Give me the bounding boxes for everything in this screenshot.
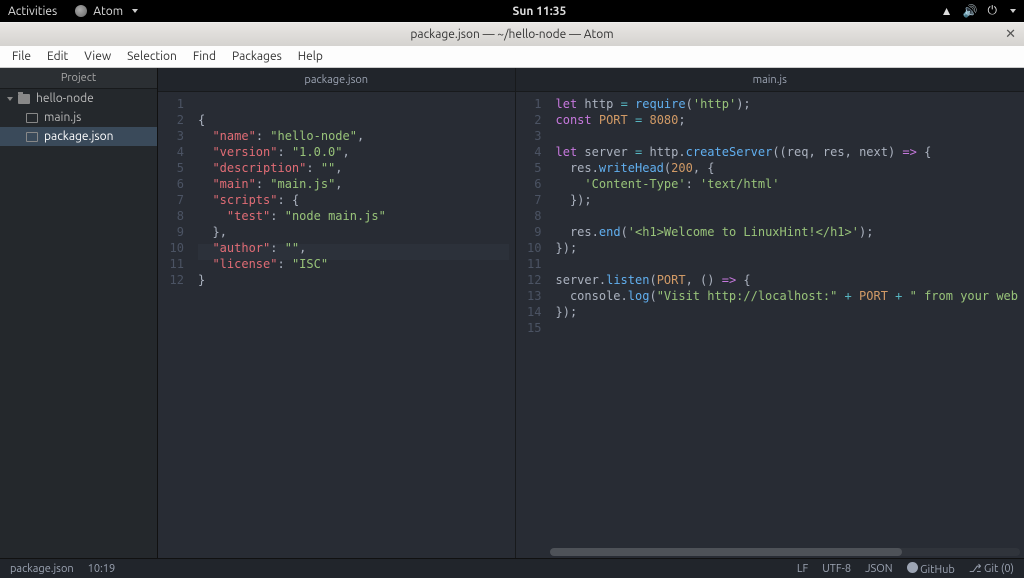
power-icon[interactable]: ⏻ <box>988 4 998 18</box>
desktop-topbar: Activities Atom Sun 11:35 ▲ 🔊 ⏻ <box>0 0 1024 22</box>
folder-label: hello-node <box>36 92 94 105</box>
horizontal-scrollbar[interactable] <box>550 548 1021 556</box>
activities-button[interactable]: Activities <box>8 5 57 18</box>
editor-panes: package.json 123456789101112 { "name": "… <box>158 68 1024 558</box>
status-git[interactable]: Git (0) <box>969 562 1014 575</box>
window-titlebar[interactable]: package.json — ~/hello-node — Atom ✕ <box>0 22 1024 46</box>
caret-down-icon <box>7 97 13 101</box>
editor-left[interactable]: 123456789101112 { "name": "hello-node", … <box>158 92 515 558</box>
tree-file[interactable]: main.js <box>0 108 157 127</box>
app-menu-label[interactable]: Atom <box>93 5 123 18</box>
tree-file[interactable]: package.json <box>0 127 157 146</box>
menu-item-packages[interactable]: Packages <box>224 48 290 65</box>
status-grammar[interactable]: JSON <box>865 563 893 575</box>
editor-right[interactable]: 123456789101112131415 let http = require… <box>516 92 1024 558</box>
scrollbar-thumb[interactable] <box>550 548 903 556</box>
statusbar: package.json 10:19 LF UTF-8 JSON GitHub … <box>0 558 1024 578</box>
network-icon[interactable]: ▲ <box>941 4 953 18</box>
project-tree: Project hello-node main.js package.json <box>0 68 158 558</box>
tree-folder-root[interactable]: hello-node <box>0 89 157 108</box>
workspace: Project hello-node main.jspackage.json p… <box>0 68 1024 558</box>
tab-right[interactable]: main.js <box>516 68 1024 92</box>
clock[interactable]: Sun 11:35 <box>138 5 941 18</box>
editor-pane-right: main.js 123456789101112131415 let http =… <box>515 68 1024 558</box>
tab-left[interactable]: package.json <box>158 68 515 92</box>
editor-pane-left: package.json 123456789101112 { "name": "… <box>158 68 515 558</box>
file-label: package.json <box>44 130 113 143</box>
close-icon[interactable]: ✕ <box>1005 27 1016 42</box>
volume-icon[interactable]: 🔊 <box>963 4 978 18</box>
menu-item-view[interactable]: View <box>76 48 119 65</box>
menu-item-help[interactable]: Help <box>290 48 331 65</box>
window-title: package.json — ~/hello-node — Atom <box>410 28 613 41</box>
menu-item-find[interactable]: Find <box>185 48 224 65</box>
folder-icon <box>18 94 30 104</box>
menu-item-selection[interactable]: Selection <box>119 48 185 65</box>
menu-item-edit[interactable]: Edit <box>39 48 76 65</box>
status-filename[interactable]: package.json <box>10 563 74 575</box>
file-label: main.js <box>44 111 81 124</box>
status-eol[interactable]: LF <box>797 563 808 575</box>
status-cursor[interactable]: 10:19 <box>88 563 116 575</box>
status-encoding[interactable]: UTF-8 <box>822 563 851 575</box>
menu-item-file[interactable]: File <box>4 48 39 65</box>
atom-app-icon <box>75 5 87 17</box>
chevron-down-icon <box>1010 9 1016 13</box>
project-tree-header: Project <box>0 68 157 89</box>
file-icon <box>26 113 38 123</box>
status-github[interactable]: GitHub <box>907 562 955 576</box>
menubar: FileEditViewSelectionFindPackagesHelp <box>0 46 1024 68</box>
github-icon <box>907 562 918 573</box>
file-icon <box>26 132 38 142</box>
